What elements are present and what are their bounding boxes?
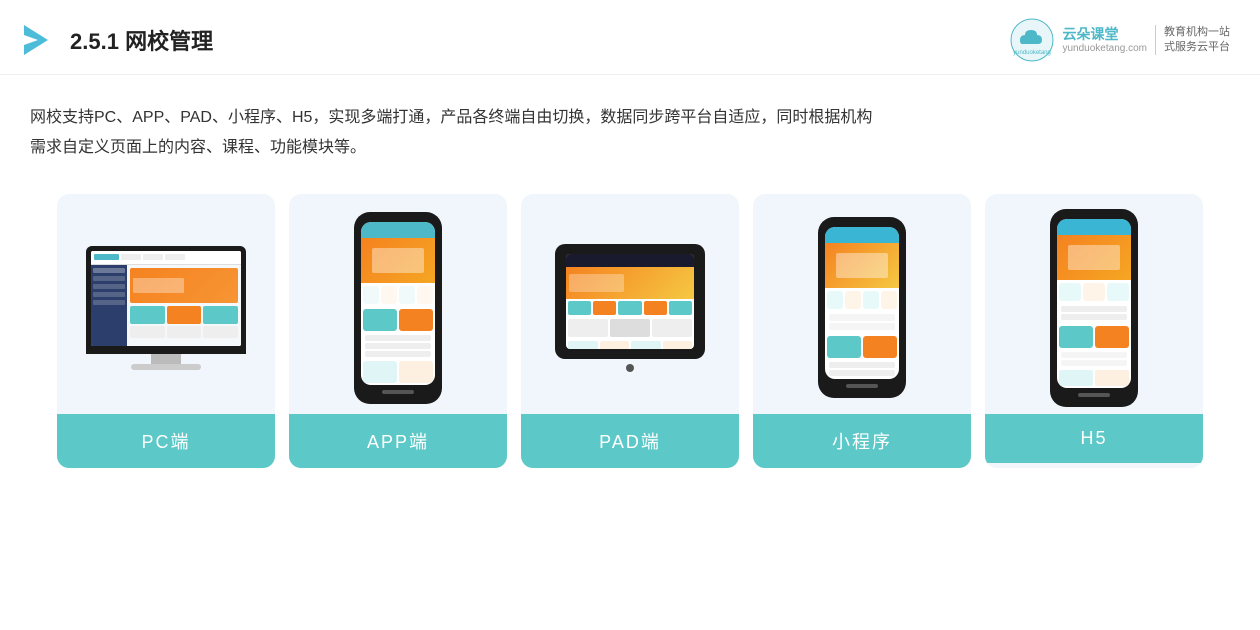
pad-tablet-device [555,244,705,372]
card-pc: PC端 [57,194,275,468]
app-phone-outer [354,212,442,404]
pc-screen-content [91,251,241,346]
page-container: 2.5.1 网校管理 yunduoketang 云朵课堂 yunduoketan… [0,0,1260,630]
card-label-h5: H5 [985,414,1203,463]
brand-slogan: 教育机构一站 式服务云平台 [1155,25,1230,56]
app-phone-device [354,212,442,404]
card-pad: PAD端 [521,194,739,468]
card-label-pc: PC端 [57,414,275,468]
svg-text:yunduoketang: yunduoketang [1014,50,1052,56]
card-miniapp: 小程序 [753,194,971,468]
description-line1: 网校支持PC、APP、PAD、小程序、H5，实现多端打通，产品各终端自由切换，数… [30,103,1230,133]
logo-arrow-icon [20,21,58,59]
pc-screen-outer [86,246,246,354]
app-phone-screen [361,222,435,385]
miniapp-phone-screen [825,227,899,379]
h5-phone-device [1050,209,1138,407]
h5-phone-screen [1057,219,1131,388]
pc-device [86,246,246,370]
pad-tablet-screen [566,254,694,349]
brand-domain: yunduoketang.com [1062,43,1147,54]
header-left: 2.5.1 网校管理 [20,21,213,59]
brand-cloud-icon: yunduoketang [1010,18,1054,62]
miniapp-phone-outer [818,217,906,398]
card-image-pc [57,194,275,414]
description-line2: 需求自定义页面上的内容、课程、功能模块等。 [30,133,1230,163]
card-h5: H5 [985,194,1203,468]
header: 2.5.1 网校管理 yunduoketang 云朵课堂 yunduoketan… [0,0,1260,75]
brand-logo: yunduoketang 云朵课堂 yunduoketang.com 教育机构一… [1010,18,1230,62]
miniapp-phone-device [818,217,906,398]
card-label-app: APP端 [289,414,507,468]
page-title: 2.5.1 网校管理 [70,24,213,56]
card-image-miniapp [753,194,971,414]
pad-tablet-outer [555,244,705,359]
card-label-pad: PAD端 [521,414,739,468]
card-image-app [289,194,507,414]
h5-phone-outer [1050,209,1138,407]
card-app: APP端 [289,194,507,468]
card-image-h5 [985,194,1203,414]
card-image-pad [521,194,739,414]
brand-name: 云朵课堂 [1062,26,1118,43]
cards-section: PC端 [0,174,1260,468]
brand-text: 云朵课堂 yunduoketang.com [1062,26,1147,54]
pc-screen-inner [91,251,241,346]
description: 网校支持PC、APP、PAD、小程序、H5，实现多端打通，产品各终端自由切换，数… [0,75,1260,174]
card-label-miniapp: 小程序 [753,414,971,468]
